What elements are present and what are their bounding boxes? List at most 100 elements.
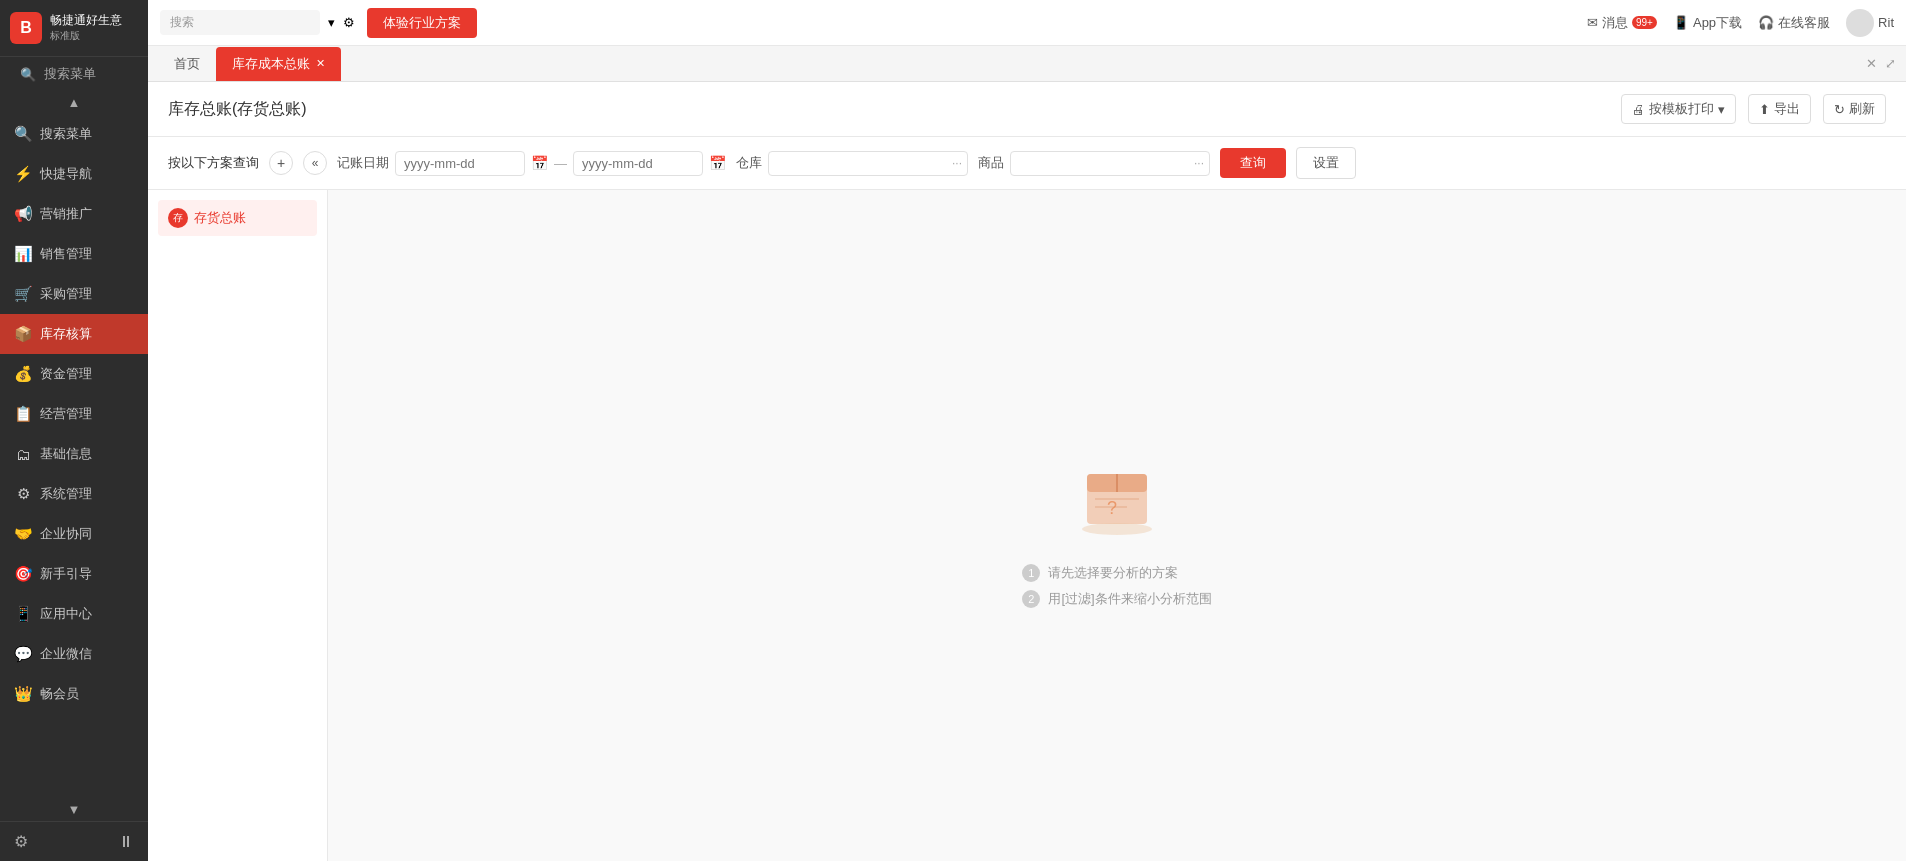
query-btn[interactable]: 查询 xyxy=(1220,148,1286,178)
basic-nav-label: 基础信息 xyxy=(40,445,92,463)
system-nav-label: 系统管理 xyxy=(40,485,92,503)
app-name: 畅捷通好生意 xyxy=(50,13,122,29)
sidebar-item-finance[interactable]: 💰 资金管理 xyxy=(0,354,148,394)
trial-btn[interactable]: 体验行业方案 xyxy=(367,8,477,38)
sidebar-footer: ⚙ ⏸ xyxy=(0,821,148,861)
scheme-icon: 存 xyxy=(168,208,188,228)
quicknav-nav-icon: ⚡ xyxy=(14,165,32,183)
warehouse-label: 仓库 xyxy=(736,154,762,172)
inventory-nav-label: 库存核算 xyxy=(40,325,92,343)
sidebar-item-apps[interactable]: 📱 应用中心 xyxy=(0,594,148,634)
export-label: 导出 xyxy=(1774,100,1800,118)
calendar-end-icon[interactable]: 📅 xyxy=(709,155,726,171)
marketing-nav-label: 营销推广 xyxy=(40,205,92,223)
filter-label: 按以下方案查询 xyxy=(168,154,259,172)
sales-nav-label: 销售管理 xyxy=(40,245,92,263)
app-logo: B 畅捷通好生意 标准版 xyxy=(0,0,148,57)
tab-home[interactable]: 首页 xyxy=(158,47,216,81)
finance-nav-icon: 💰 xyxy=(14,365,32,383)
date-start-input[interactable] xyxy=(395,151,525,176)
hint-item-1: 1 请先选择要分析的方案 xyxy=(1022,564,1211,582)
search-nav-label: 搜索菜单 xyxy=(40,125,92,143)
sidebar-nav: 🔍 搜索菜单 ⚡ 快捷导航 📢 营销推广 📊 销售管理 🛒 采购管理 📦 库存核… xyxy=(0,114,148,798)
empty-state: ? 1 请先选择要分析的方案 2 用[过滤]条件来缩小分析范围 xyxy=(1022,444,1211,608)
product-select-wrapper xyxy=(1010,151,1210,176)
tab-bar-expand-btn[interactable]: ⤢ xyxy=(1885,56,1896,71)
scroll-up-btn[interactable]: ▲ xyxy=(0,91,148,114)
apps-nav-icon: 📱 xyxy=(14,605,32,623)
filter-warehouse-group: 仓库 xyxy=(736,151,968,176)
scheme-item-inventory[interactable]: 存 存货总账 xyxy=(158,200,317,236)
inventory-nav-icon: 📦 xyxy=(14,325,32,343)
tab-inventory-ledger[interactable]: 库存成本总账 ✕ xyxy=(216,47,341,81)
tab-home-label: 首页 xyxy=(174,55,200,73)
sidebar-item-basic[interactable]: 🗂 基础信息 xyxy=(0,434,148,474)
sidebar-item-cooperation[interactable]: 🤝 企业协同 xyxy=(0,514,148,554)
sidebar-item-system[interactable]: ⚙ 系统管理 xyxy=(0,474,148,514)
sidebar-item-operation[interactable]: 📋 经营管理 xyxy=(0,394,148,434)
sales-nav-icon: 📊 xyxy=(14,245,32,263)
calendar-start-icon[interactable]: 📅 xyxy=(531,155,548,171)
online-support-btn[interactable]: 🎧 在线客服 xyxy=(1758,14,1830,32)
filter-bar: 按以下方案查询 + « 记账日期 📅 — 📅 仓库 商品 xyxy=(148,137,1906,190)
page-header-actions: 🖨 按模板打印 ▾ ⬆ 导出 ↻ 刷新 xyxy=(1621,94,1886,124)
search-nav-icon: 🔍 xyxy=(14,125,32,143)
settings-icon[interactable]: ⚙ xyxy=(14,832,28,851)
export-btn[interactable]: ⬆ 导出 xyxy=(1748,94,1811,124)
scroll-down-btn[interactable]: ▼ xyxy=(0,798,148,821)
avatar xyxy=(1846,9,1874,37)
settings-btn[interactable]: 设置 xyxy=(1296,147,1356,179)
tab-close-icon[interactable]: ✕ xyxy=(316,57,325,70)
finance-nav-label: 资金管理 xyxy=(40,365,92,383)
header-dropdown-arrow[interactable]: ▾ xyxy=(328,15,335,30)
sidebar-item-guide[interactable]: 🎯 新手引导 xyxy=(0,554,148,594)
sidebar-item-wechat[interactable]: 💬 企业微信 xyxy=(0,634,148,674)
cooperation-nav-icon: 🤝 xyxy=(14,525,32,543)
print-icon: 🖨 xyxy=(1632,102,1645,117)
messages-btn[interactable]: ✉ 消息 99+ xyxy=(1587,14,1657,32)
template-print-btn[interactable]: 🖨 按模板打印 ▾ xyxy=(1621,94,1736,124)
sidebar-item-sales[interactable]: 📊 销售管理 xyxy=(0,234,148,274)
basic-nav-icon: 🗂 xyxy=(14,445,32,463)
header-actions: ✉ 消息 99+ 📱 App下载 🎧 在线客服 Rit xyxy=(1587,9,1894,37)
headset-icon: 🎧 xyxy=(1758,15,1774,30)
apps-nav-label: 应用中心 xyxy=(40,605,92,623)
guide-nav-icon: 🎯 xyxy=(14,565,32,583)
header-settings-icon[interactable]: ⚙ xyxy=(343,15,355,30)
svg-point-5 xyxy=(1082,523,1152,535)
member-nav-label: 畅会员 xyxy=(40,685,79,703)
product-select[interactable] xyxy=(1010,151,1210,176)
marketing-nav-icon: 📢 xyxy=(14,205,32,223)
date-field-label: 记账日期 xyxy=(337,154,389,172)
filter-collapse-btn[interactable]: « xyxy=(303,151,327,175)
purchase-nav-label: 采购管理 xyxy=(40,285,92,303)
sidebar-search-label: 搜索菜单 xyxy=(44,65,96,83)
tab-bar-close-btn[interactable]: ✕ xyxy=(1866,56,1877,71)
sidebar-item-marketing[interactable]: 📢 营销推广 xyxy=(0,194,148,234)
logo-text-group: 畅捷通好生意 标准版 xyxy=(50,13,122,43)
sidebar-item-purchase[interactable]: 🛒 采购管理 xyxy=(0,274,148,314)
page-title: 库存总账(存货总账) xyxy=(168,99,307,120)
header-search-area[interactable]: 搜索 xyxy=(160,10,320,35)
sidebar-item-quicknav[interactable]: ⚡ 快捷导航 xyxy=(0,154,148,194)
user-avatar[interactable]: Rit xyxy=(1846,9,1894,37)
refresh-label: 刷新 xyxy=(1849,100,1875,118)
filter-product-group: 商品 xyxy=(978,151,1210,176)
date-end-input[interactable] xyxy=(573,151,703,176)
print-dropdown-arrow[interactable]: ▾ xyxy=(1718,102,1725,117)
collapse-icon[interactable]: ⏸ xyxy=(118,833,134,851)
filter-add-btn[interactable]: + xyxy=(269,151,293,175)
warehouse-select[interactable] xyxy=(768,151,968,176)
sidebar-item-member[interactable]: 👑 畅会员 xyxy=(0,674,148,714)
template-print-label: 按模板打印 xyxy=(1649,100,1714,118)
member-nav-icon: 👑 xyxy=(14,685,32,703)
hint-item-2: 2 用[过滤]条件来缩小分析范围 xyxy=(1022,590,1211,608)
scheme-panel: 存 存货总账 xyxy=(148,190,328,861)
app-download-btn[interactable]: 📱 App下载 xyxy=(1673,14,1742,32)
sidebar-item-inventory[interactable]: 📦 库存核算 xyxy=(0,314,148,354)
sidebar-search[interactable]: 🔍 搜索菜单 xyxy=(0,57,148,91)
refresh-btn[interactable]: ↻ 刷新 xyxy=(1823,94,1886,124)
sidebar-item-search[interactable]: 🔍 搜索菜单 xyxy=(0,114,148,154)
empty-hints: 1 请先选择要分析的方案 2 用[过滤]条件来缩小分析范围 xyxy=(1022,564,1211,608)
search-icon: 🔍 xyxy=(20,67,36,82)
